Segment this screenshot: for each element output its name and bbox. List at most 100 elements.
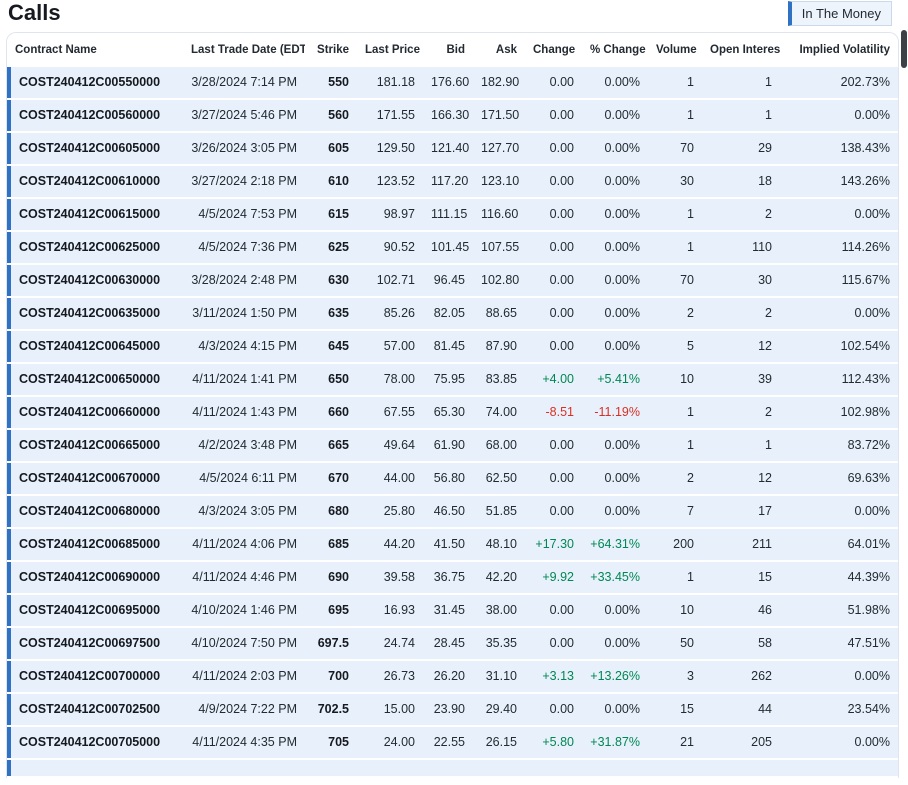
- percent-change-cell: -11.19%: [582, 397, 648, 428]
- ask-cell: 171.50: [473, 100, 525, 131]
- contract-name-cell[interactable]: COST240412C00610000: [7, 166, 183, 197]
- change-cell: [525, 760, 582, 776]
- column-header-volume: Volume: [648, 35, 702, 65]
- bid-cell: [423, 760, 473, 776]
- change-cell: 0.00: [525, 133, 582, 164]
- last-price-cell: 171.55: [357, 100, 423, 131]
- options-table: Contract Name Last Trade Date (EDT) Strike…: [7, 33, 898, 778]
- ask-cell: 88.65: [473, 298, 525, 329]
- open-interest-cell: 1: [702, 67, 780, 98]
- bid-cell: 36.75: [423, 562, 473, 593]
- table-row: COST240412C00680000 4/3/2024 3:05 PM 680 25…: [7, 496, 898, 527]
- scrollbar-thumb[interactable]: [901, 30, 907, 68]
- percent-change-cell: +64.31%: [582, 529, 648, 560]
- strike-cell: 697.5: [305, 628, 357, 659]
- last-trade-date-cell: 4/2/2024 3:48 PM: [183, 430, 305, 461]
- contract-name-cell[interactable]: COST240412C00625000: [7, 232, 183, 263]
- table-row: COST240412C00635000 3/11/2024 1:50 PM 635 8…: [7, 298, 898, 329]
- implied-volatility-cell: 202.73%: [780, 67, 898, 98]
- change-cell: 0.00: [525, 463, 582, 494]
- percent-change-cell: 0.00%: [582, 595, 648, 626]
- contract-name-cell: [7, 760, 183, 776]
- volume-cell: 1: [648, 232, 702, 263]
- implied-volatility-cell: 102.54%: [780, 331, 898, 362]
- strike-cell: 650: [305, 364, 357, 395]
- percent-change-cell: 0.00%: [582, 628, 648, 659]
- contract-name-cell[interactable]: COST240412C00670000: [7, 463, 183, 494]
- contract-name-cell[interactable]: COST240412C00690000: [7, 562, 183, 593]
- contract-name-cell[interactable]: COST240412C00705000: [7, 727, 183, 758]
- bid-cell: 101.45: [423, 232, 473, 263]
- change-cell: 0.00: [525, 166, 582, 197]
- last-trade-date-cell: 3/27/2024 2:18 PM: [183, 166, 305, 197]
- percent-change-cell: 0.00%: [582, 694, 648, 725]
- strike-cell: 685: [305, 529, 357, 560]
- contract-name-cell[interactable]: COST240412C00685000: [7, 529, 183, 560]
- percent-change-cell: +33.45%: [582, 562, 648, 593]
- last-trade-date-cell: 4/9/2024 7:22 PM: [183, 694, 305, 725]
- volume-cell: 5: [648, 331, 702, 362]
- volume-cell: 3: [648, 661, 702, 692]
- implied-volatility-cell: 112.43%: [780, 364, 898, 395]
- percent-change-cell: 0.00%: [582, 496, 648, 527]
- table-body: COST240412C00550000 3/28/2024 7:14 PM 550 1…: [7, 67, 898, 776]
- volume-cell: 15: [648, 694, 702, 725]
- percent-change-cell: 0.00%: [582, 232, 648, 263]
- table-row: COST240412C00645000 4/3/2024 4:15 PM 645 57…: [7, 331, 898, 362]
- contract-name-cell[interactable]: COST240412C00680000: [7, 496, 183, 527]
- contract-name-cell[interactable]: COST240412C00645000: [7, 331, 183, 362]
- in-the-money-filter[interactable]: In The Money: [787, 1, 892, 26]
- contract-name-cell[interactable]: COST240412C00665000: [7, 430, 183, 461]
- contract-name-cell[interactable]: COST240412C00560000: [7, 100, 183, 131]
- last-trade-date-cell: 3/28/2024 2:48 PM: [183, 265, 305, 296]
- last-trade-date-cell: 3/26/2024 3:05 PM: [183, 133, 305, 164]
- ask-cell: 68.00: [473, 430, 525, 461]
- change-cell: 0.00: [525, 298, 582, 329]
- strike-cell: 702.5: [305, 694, 357, 725]
- ask-cell: 35.35: [473, 628, 525, 659]
- last-trade-date-cell: [183, 760, 305, 776]
- contract-name-cell[interactable]: COST240412C00605000: [7, 133, 183, 164]
- change-cell: 0.00: [525, 67, 582, 98]
- contract-name-cell[interactable]: COST240412C00615000: [7, 199, 183, 230]
- table-row: COST240412C00550000 3/28/2024 7:14 PM 550 1…: [7, 67, 898, 98]
- last-price-cell: 44.00: [357, 463, 423, 494]
- bid-cell: 31.45: [423, 595, 473, 626]
- percent-change-cell: 0.00%: [582, 463, 648, 494]
- change-cell: 0.00: [525, 199, 582, 230]
- ask-cell: 26.15: [473, 727, 525, 758]
- contract-name-cell[interactable]: COST240412C00700000: [7, 661, 183, 692]
- change-cell: +17.30: [525, 529, 582, 560]
- table-row: COST240412C00560000 3/27/2024 5:46 PM 560 1…: [7, 100, 898, 131]
- page-title: Calls: [8, 0, 61, 25]
- contract-name-cell[interactable]: COST240412C00660000: [7, 397, 183, 428]
- strike-cell: 660: [305, 397, 357, 428]
- volume-cell: 1: [648, 100, 702, 131]
- bid-cell: 111.15: [423, 199, 473, 230]
- table-head: Contract Name Last Trade Date (EDT) Strike…: [7, 35, 898, 65]
- contract-name-cell[interactable]: COST240412C00550000: [7, 67, 183, 98]
- implied-volatility-cell: 143.26%: [780, 166, 898, 197]
- bid-cell: 23.90: [423, 694, 473, 725]
- open-interest-cell: 44: [702, 694, 780, 725]
- last-trade-date-cell: 3/28/2024 7:14 PM: [183, 67, 305, 98]
- scrollbar-track[interactable]: [900, 30, 908, 785]
- contract-name-cell[interactable]: COST240412C00635000: [7, 298, 183, 329]
- column-header-open-interest: Open Interest: [702, 35, 780, 65]
- table-row: COST240412C00650000 4/11/2024 1:41 PM 650 7…: [7, 364, 898, 395]
- last-trade-date-cell: 4/5/2024 6:11 PM: [183, 463, 305, 494]
- ask-cell: 29.40: [473, 694, 525, 725]
- last-price-cell: 85.26: [357, 298, 423, 329]
- contract-name-cell[interactable]: COST240412C00697500: [7, 628, 183, 659]
- page-header: Calls In The Money: [0, 0, 908, 32]
- bid-cell: 41.50: [423, 529, 473, 560]
- contract-name-cell[interactable]: COST240412C00702500: [7, 694, 183, 725]
- change-cell: +5.80: [525, 727, 582, 758]
- implied-volatility-cell: 83.72%: [780, 430, 898, 461]
- contract-name-cell[interactable]: COST240412C00630000: [7, 265, 183, 296]
- change-cell: 0.00: [525, 496, 582, 527]
- contract-name-cell[interactable]: COST240412C00650000: [7, 364, 183, 395]
- last-trade-date-cell: 3/27/2024 5:46 PM: [183, 100, 305, 131]
- contract-name-cell[interactable]: COST240412C00695000: [7, 595, 183, 626]
- column-header-bid: Bid: [423, 35, 473, 65]
